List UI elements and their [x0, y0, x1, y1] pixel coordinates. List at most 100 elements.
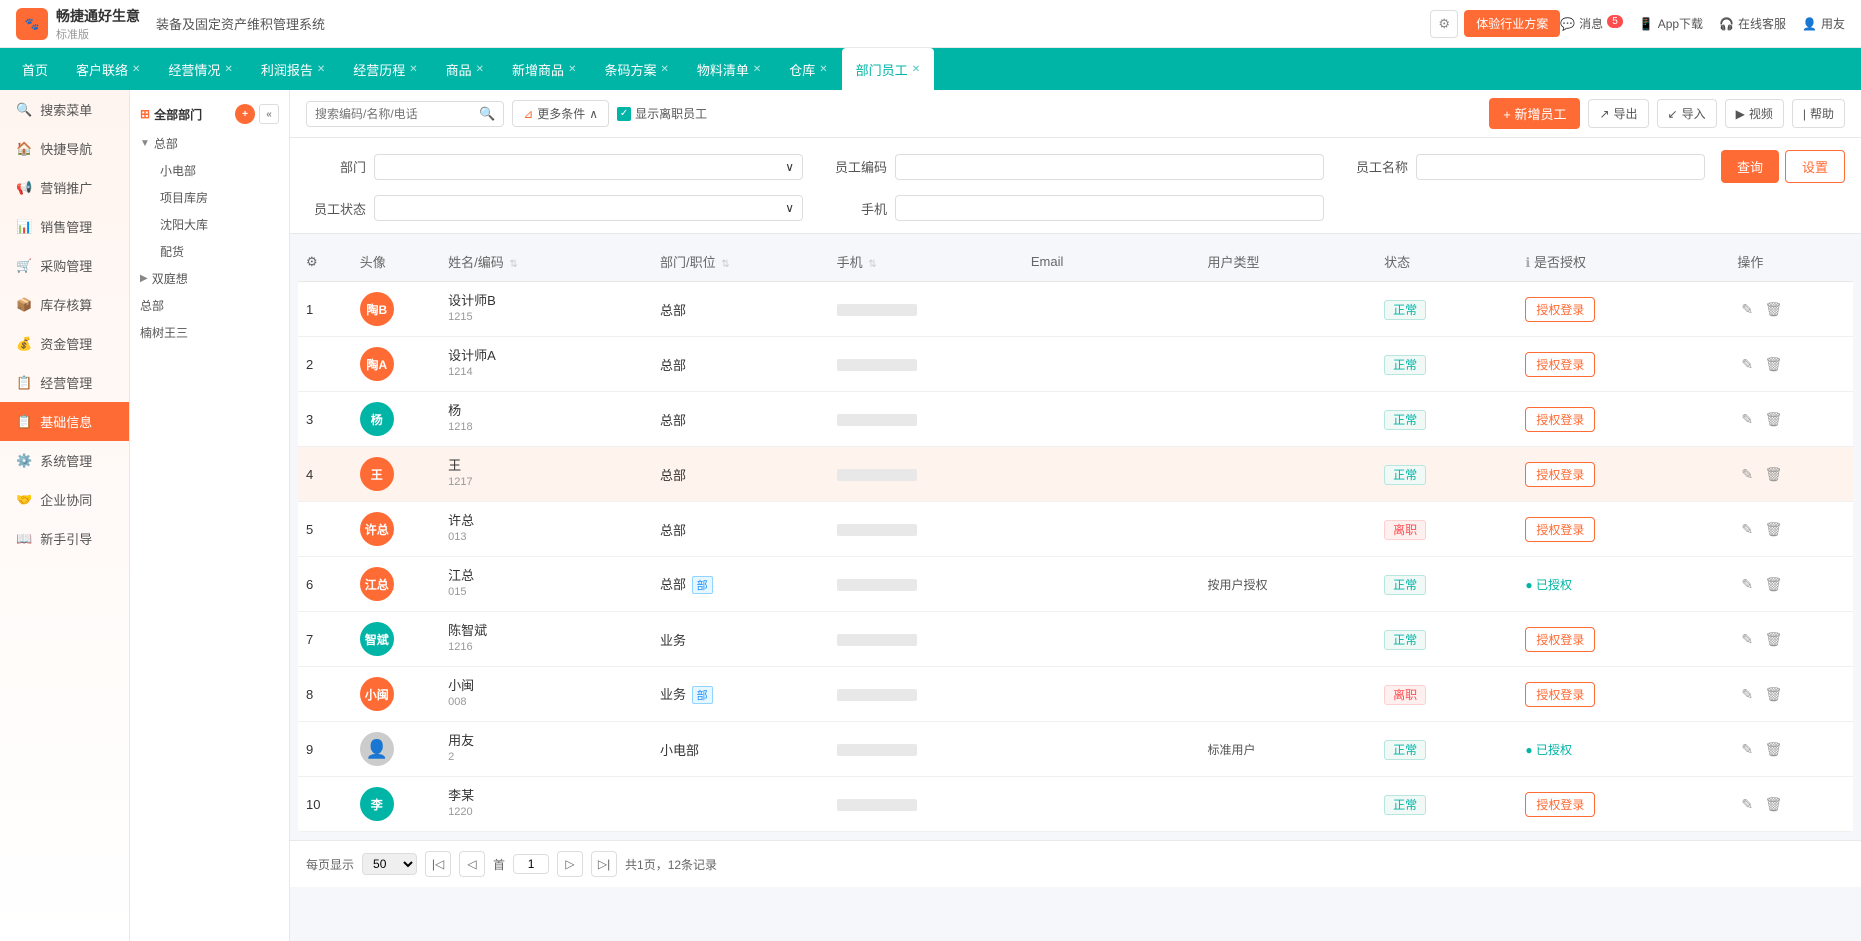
- edit-button[interactable]: ✎: [1737, 354, 1757, 375]
- tree-item-shuangting[interactable]: ▶ 双庭想: [130, 265, 289, 292]
- edit-button[interactable]: ✎: [1737, 299, 1757, 320]
- add-dept-button[interactable]: +: [235, 104, 255, 124]
- menu-finance[interactable]: 💰 资金管理: [0, 324, 129, 363]
- delete-button[interactable]: 🗑: [1761, 299, 1787, 320]
- nav-close-add-product[interactable]: ✕: [568, 64, 576, 75]
- tree-item-nanshuwang[interactable]: 楠树王三: [130, 319, 289, 346]
- set-button[interactable]: 设置: [1785, 150, 1845, 183]
- video-button[interactable]: ▶ 视频: [1725, 99, 1784, 128]
- auth-button[interactable]: 授权登录: [1525, 792, 1595, 817]
- nav-item-add-product[interactable]: 新增商品 ✕: [498, 48, 590, 90]
- nav-item-operations[interactable]: 经营情况 ✕: [154, 48, 246, 90]
- tree-item-head-office-main[interactable]: ▼ 总部: [130, 130, 289, 157]
- nav-close-warehouse[interactable]: ✕: [819, 64, 827, 75]
- col-name[interactable]: 姓名/编码 ⇅: [440, 242, 652, 282]
- gear-button[interactable]: ⚙: [1430, 10, 1458, 38]
- auth-button[interactable]: 授权登录: [1525, 352, 1595, 377]
- nav-item-home[interactable]: 首页: [8, 48, 62, 90]
- auth-button[interactable]: 授权登录: [1525, 297, 1595, 322]
- search-icon[interactable]: 🔍: [479, 106, 495, 122]
- phone-input[interactable]: [895, 195, 1324, 221]
- menu-purchase[interactable]: 🛒 采购管理: [0, 246, 129, 285]
- delete-button[interactable]: 🗑: [1761, 684, 1787, 705]
- menu-system[interactable]: ⚙️ 系统管理: [0, 441, 129, 480]
- edit-button[interactable]: ✎: [1737, 464, 1757, 485]
- nav-close-customers[interactable]: ✕: [132, 64, 140, 75]
- tree-item-project-room[interactable]: 项目库房: [130, 184, 289, 211]
- nav-item-journey[interactable]: 经营历程 ✕: [339, 48, 431, 90]
- show-resigned-toggle[interactable]: ✓ 显示离职员工: [617, 105, 707, 122]
- edit-button[interactable]: ✎: [1737, 409, 1757, 430]
- dept-filter-select[interactable]: ∨: [374, 154, 803, 180]
- emp-name-input[interactable]: [1416, 154, 1705, 180]
- search-input[interactable]: [315, 107, 475, 121]
- edit-button[interactable]: ✎: [1737, 629, 1757, 650]
- edit-button[interactable]: ✎: [1737, 519, 1757, 540]
- nav-close-operations[interactable]: ✕: [224, 64, 232, 75]
- export-button[interactable]: ↗ 导出: [1588, 99, 1648, 128]
- nav-close-profit[interactable]: ✕: [317, 64, 325, 75]
- menu-guide[interactable]: 📖 新手引导: [0, 519, 129, 558]
- menu-marketing[interactable]: 📢 营销推广: [0, 168, 129, 207]
- import-button[interactable]: ↙ 导入: [1657, 99, 1717, 128]
- nav-close-employees[interactable]: ✕: [912, 64, 920, 75]
- experience-button[interactable]: 体验行业方案: [1464, 10, 1560, 37]
- help-button[interactable]: | 帮助: [1792, 99, 1845, 128]
- next-page-button[interactable]: ▷: [557, 851, 583, 877]
- tree-item-head-office2[interactable]: 总部: [130, 292, 289, 319]
- collapse-dept-button[interactable]: «: [259, 104, 279, 124]
- delete-button[interactable]: 🗑: [1761, 794, 1787, 815]
- nav-item-employees[interactable]: 部门员工 ✕: [842, 48, 934, 90]
- nav-item-profit[interactable]: 利润报告 ✕: [247, 48, 339, 90]
- more-filters-button[interactable]: ⊿ 更多条件 ∧: [512, 100, 609, 127]
- tree-item-distribution[interactable]: 配货: [130, 238, 289, 265]
- menu-quick-nav[interactable]: 🏠 快捷导航: [0, 129, 129, 168]
- auth-button[interactable]: 授权登录: [1525, 407, 1595, 432]
- menu-inventory[interactable]: 📦 库存核算: [0, 285, 129, 324]
- auth-button[interactable]: 授权登录: [1525, 517, 1595, 542]
- query-button[interactable]: 查询: [1721, 150, 1779, 183]
- nav-close-products[interactable]: ✕: [476, 64, 484, 75]
- emp-code-input[interactable]: [895, 154, 1324, 180]
- auth-button[interactable]: 授权登录: [1525, 462, 1595, 487]
- prev-page-button[interactable]: ◁: [459, 851, 485, 877]
- user-button[interactable]: 👤 用友: [1802, 15, 1845, 32]
- first-page-button[interactable]: |◁: [425, 851, 451, 877]
- menu-sales[interactable]: 📊 销售管理: [0, 207, 129, 246]
- delete-button[interactable]: 🗑: [1761, 739, 1787, 760]
- edit-button[interactable]: ✎: [1737, 684, 1757, 705]
- delete-button[interactable]: 🗑: [1761, 464, 1787, 485]
- tree-item-small-elec[interactable]: 小电部: [130, 157, 289, 184]
- edit-button[interactable]: ✎: [1737, 574, 1757, 595]
- message-button[interactable]: 💬 消息 5: [1560, 15, 1623, 32]
- nav-item-bom[interactable]: 物料清单 ✕: [683, 48, 775, 90]
- delete-button[interactable]: 🗑: [1761, 354, 1787, 375]
- delete-button[interactable]: 🗑: [1761, 629, 1787, 650]
- nav-item-products[interactable]: 商品 ✕: [432, 48, 498, 90]
- auth-button[interactable]: 授权登录: [1525, 682, 1595, 707]
- app-download-button[interactable]: 📱 App下载: [1639, 15, 1703, 32]
- nav-close-journey[interactable]: ✕: [409, 64, 417, 75]
- add-employee-button[interactable]: + 新增员工: [1489, 98, 1580, 129]
- edit-button[interactable]: ✎: [1737, 739, 1757, 760]
- tree-item-shenyang[interactable]: 沈阳大库: [130, 211, 289, 238]
- nav-close-barcode[interactable]: ✕: [660, 64, 668, 75]
- menu-business[interactable]: 📋 经营管理: [0, 363, 129, 402]
- auth-button[interactable]: 授权登录: [1525, 627, 1595, 652]
- menu-search[interactable]: 🔍 搜索菜单: [0, 90, 129, 129]
- delete-button[interactable]: 🗑: [1761, 519, 1787, 540]
- emp-status-select[interactable]: ∨: [374, 195, 803, 221]
- menu-basic-info[interactable]: 📋 基础信息: [0, 402, 129, 441]
- delete-button[interactable]: 🗑: [1761, 574, 1787, 595]
- nav-item-warehouse[interactable]: 仓库 ✕: [775, 48, 841, 90]
- delete-button[interactable]: 🗑: [1761, 409, 1787, 430]
- nav-item-customers[interactable]: 客户联络 ✕: [62, 48, 154, 90]
- page-number-input[interactable]: [513, 854, 549, 874]
- last-page-button[interactable]: ▷|: [591, 851, 617, 877]
- col-dept[interactable]: 部门/职位 ⇅: [652, 242, 829, 282]
- col-phone[interactable]: 手机 ⇅: [829, 242, 1023, 282]
- nav-item-barcode[interactable]: 条码方案 ✕: [590, 48, 682, 90]
- online-service-button[interactable]: 🎧 在线客服: [1719, 15, 1786, 32]
- menu-cooperation[interactable]: 🤝 企业协同: [0, 480, 129, 519]
- edit-button[interactable]: ✎: [1737, 794, 1757, 815]
